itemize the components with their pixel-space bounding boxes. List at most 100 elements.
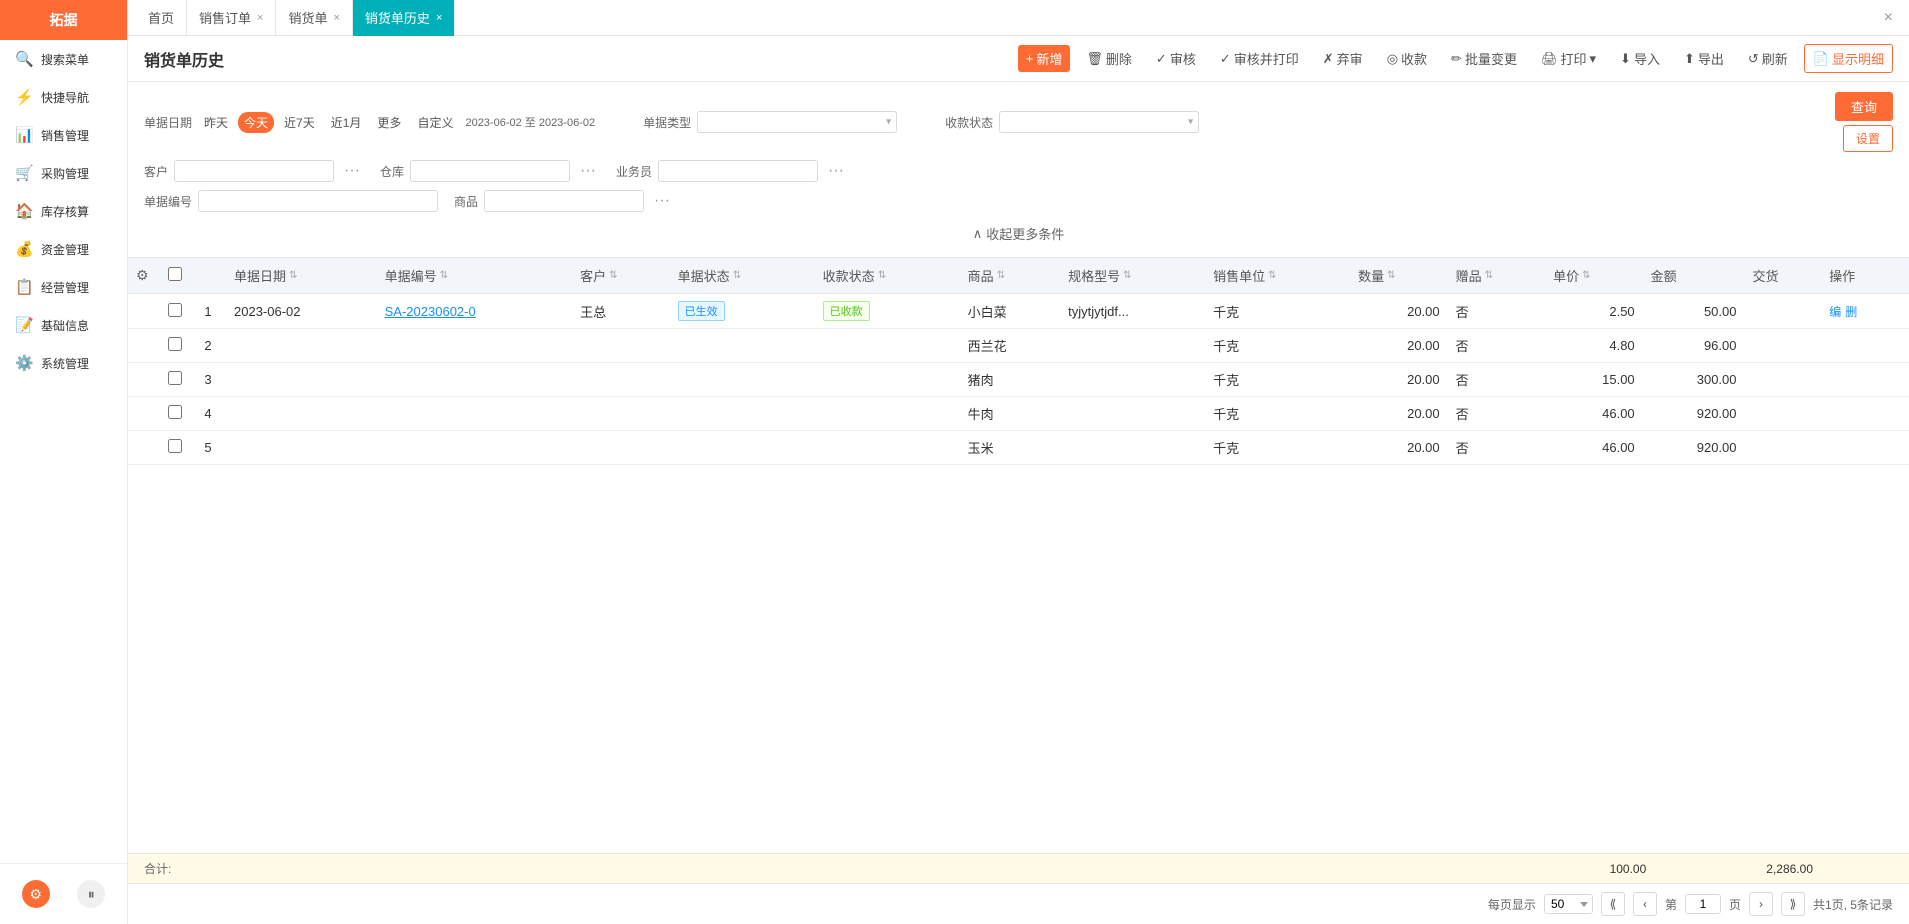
tab-home[interactable]: 首页 <box>136 0 187 36</box>
set-button[interactable]: 设置 <box>1843 125 1893 152</box>
collapse-button[interactable]: ∧ 收起更多条件 <box>144 220 1893 247</box>
sidebar-item-sys-mgmt[interactable]: ⚙️ 系统管理 <box>0 344 127 382</box>
customer-input[interactable] <box>174 160 334 182</box>
tab-sales-goods-label: 销货单 <box>288 8 327 27</box>
date-tab-more[interactable]: 更多 <box>371 112 407 133</box>
select-all-checkbox[interactable] <box>168 267 182 281</box>
delete-button[interactable]: 🗑 删除 <box>1078 45 1140 72</box>
collect-button[interactable]: ◎ 收款 <box>1379 45 1435 72</box>
tab-sales-order-close[interactable]: × <box>257 12 263 24</box>
tab-sales-order-label: 销售订单 <box>199 8 251 27</box>
first-page-btn[interactable]: ⟪ <box>1601 892 1625 916</box>
query-button[interactable]: 查询 <box>1835 92 1893 121</box>
cell-amount: 96.00 <box>1643 329 1745 363</box>
cell-gift: 否 <box>1448 363 1546 397</box>
sidebar-item-ops-mgmt[interactable]: 📋 经营管理 <box>0 268 127 306</box>
new-icon: + <box>1026 51 1034 66</box>
sidebar-item-purchase-mgmt[interactable]: 🛒 采购管理 <box>0 154 127 192</box>
edit-op-btn[interactable]: 编 <box>1829 305 1841 319</box>
gift-sort-icon[interactable]: ⇅ <box>1485 270 1493 281</box>
new-button[interactable]: + 新增 <box>1018 45 1071 72</box>
pay-status-sort-icon[interactable]: ⇅ <box>878 270 886 281</box>
date-tab-today[interactable]: 今天 <box>238 112 274 133</box>
summary-row: 合计: 100.00 2,286.00 <box>128 853 1909 883</box>
warehouse-input[interactable] <box>410 160 570 182</box>
date-tab-last1month[interactable]: 近1月 <box>325 112 368 133</box>
doc-date-sort-icon[interactable]: ⇅ <box>289 270 297 281</box>
audit-print-button[interactable]: ✓ 审核并打印 <box>1212 45 1307 72</box>
date-tab-yesterday[interactable]: 昨天 <box>198 112 234 133</box>
abandon-button[interactable]: ✗ 弃审 <box>1315 45 1371 72</box>
staff-ellipsis[interactable]: ··· <box>824 162 848 180</box>
doc-no-link[interactable]: SA-20230602-0 <box>385 304 476 319</box>
tab-sales-goods-close[interactable]: × <box>333 12 339 24</box>
doc-type-dropdown-icon: ▾ <box>886 117 891 128</box>
date-tab-last7days[interactable]: 近7天 <box>278 112 321 133</box>
goods-sort-icon[interactable]: ⇅ <box>997 270 1005 281</box>
tab-sales-history[interactable]: 销货单历史 × <box>353 0 455 36</box>
price-sort-icon[interactable]: ⇅ <box>1582 270 1590 281</box>
staff-input[interactable] <box>658 160 818 182</box>
tab-bar-close-btn[interactable]: × <box>1876 9 1901 27</box>
sidebar-item-quick-nav[interactable]: ⚡ 快捷导航 <box>0 78 127 116</box>
cell-doc-no <box>377 329 573 363</box>
cell-unit: 千克 <box>1205 397 1350 431</box>
qty-sort-icon[interactable]: ⇅ <box>1387 270 1395 281</box>
row-checkbox[interactable] <box>168 337 182 351</box>
settings-icon[interactable]: ⚙ <box>22 880 50 908</box>
doc-no-sort-icon[interactable]: ⇅ <box>440 270 448 281</box>
sidebar-item-finance-mgmt[interactable]: 💰 资金管理 <box>0 230 127 268</box>
batch-change-button[interactable]: ✏ 批量变更 <box>1443 45 1525 72</box>
goods-input[interactable] <box>484 190 644 212</box>
page-num-input[interactable]: 1 <box>1685 894 1721 914</box>
warehouse-ellipsis[interactable]: ··· <box>576 162 600 180</box>
sidebar-item-basic-info[interactable]: 📝 基础信息 <box>0 306 127 344</box>
table-settings-icon[interactable]: ⚙ <box>136 267 149 283</box>
filter-row-2: 客户 ··· 仓库 ··· 业务员 ··· <box>144 160 1893 182</box>
tab-sales-goods[interactable]: 销货单 × <box>276 0 352 36</box>
collect-status-input[interactable] <box>999 111 1199 133</box>
row-checkbox[interactable] <box>168 405 182 419</box>
prev-page-btn[interactable]: ‹ <box>1633 892 1657 916</box>
audit-button[interactable]: ✓ 审核 <box>1148 45 1204 72</box>
doc-status-sort-icon[interactable]: ⇅ <box>733 270 741 281</box>
unit-sort-icon[interactable]: ⇅ <box>1268 270 1276 281</box>
pause-icon[interactable]: ⏸ <box>77 880 105 908</box>
doc-type-input[interactable] <box>697 111 897 133</box>
customer-sort-icon[interactable]: ⇅ <box>609 270 617 281</box>
doc-no-input[interactable] <box>198 190 438 212</box>
sidebar-item-inventory-calc[interactable]: 🏠 库存核算 <box>0 192 127 230</box>
sidebar-item-sales-mgmt[interactable]: 📊 销售管理 <box>0 116 127 154</box>
refresh-button[interactable]: ↺ 刷新 <box>1740 45 1796 72</box>
tab-sales-history-close[interactable]: × <box>436 12 442 24</box>
cell-spec <box>1060 431 1205 465</box>
sidebar-item-search-menu[interactable]: 🔍 搜索菜单 <box>0 40 127 78</box>
col-doc-no: 单据编号 ⇅ <box>377 258 573 294</box>
customer-ellipsis[interactable]: ··· <box>340 162 364 180</box>
per-page-select[interactable]: 50 100 200 <box>1544 894 1593 914</box>
row-checkbox[interactable] <box>168 439 182 453</box>
print-button[interactable]: 🖨 打印 ▾ <box>1533 45 1604 72</box>
cell-qty: 20.00 <box>1350 329 1448 363</box>
col-doc-status: 单据状态 ⇅ <box>670 258 815 294</box>
export-button[interactable]: ⬆ 导出 <box>1676 45 1732 72</box>
last-page-btn[interactable]: ⟫ <box>1781 892 1805 916</box>
cell-customer <box>572 431 670 465</box>
sidebar: 拓据 🔍 搜索菜单 ⚡ 快捷导航 📊 销售管理 🛒 采购管理 🏠 库存核算 💰 … <box>0 0 128 924</box>
next-page-btn[interactable]: › <box>1749 892 1773 916</box>
spec-sort-icon[interactable]: ⇅ <box>1123 270 1131 281</box>
row-checkbox[interactable] <box>168 303 182 317</box>
tab-sales-order[interactable]: 销售订单 × <box>187 0 276 36</box>
table-header-row: ⚙ 单据日期 ⇅ <box>128 258 1909 294</box>
cell-amount: 300.00 <box>1643 363 1745 397</box>
date-tab-custom[interactable]: 自定义 <box>411 112 459 133</box>
cell-doc-status <box>670 329 815 363</box>
row-checkbox[interactable] <box>168 371 182 385</box>
filter-actions: 查询 设置 <box>1835 92 1893 152</box>
import-button[interactable]: ⬇ 导入 <box>1612 45 1668 72</box>
refresh-icon: ↺ <box>1748 51 1759 67</box>
goods-ellipsis[interactable]: ··· <box>650 192 674 210</box>
delete-op-btn[interactable]: 删 <box>1845 305 1857 319</box>
show-detail-button[interactable]: 📄 显示明细 <box>1804 44 1893 73</box>
cell-settings <box>128 363 160 397</box>
